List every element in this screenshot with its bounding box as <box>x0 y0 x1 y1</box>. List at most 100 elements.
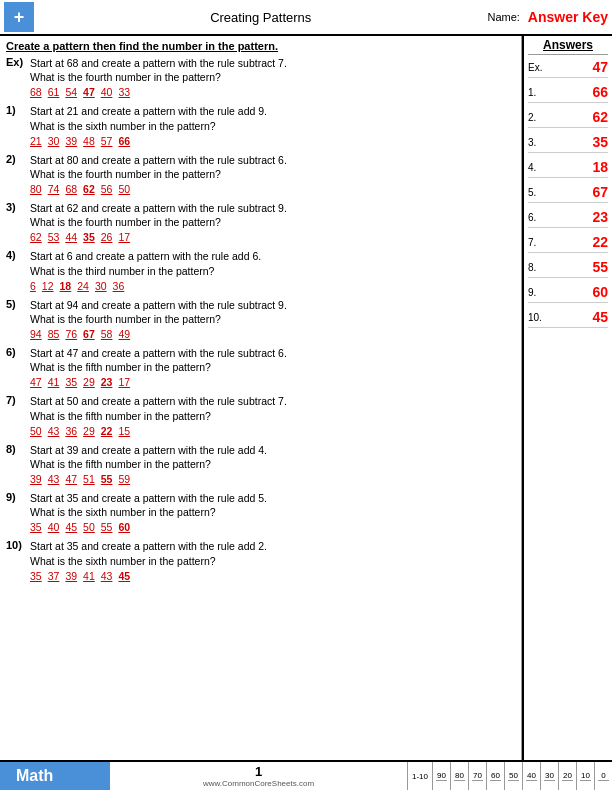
sequence-number: 58 <box>101 328 113 340</box>
sequence-number: 35 <box>30 570 42 582</box>
problem-number: 1) <box>6 104 30 116</box>
left-panel: Create a pattern then find the number in… <box>0 36 522 760</box>
sequence-number: 45 <box>65 521 77 533</box>
sequence-number: 43 <box>48 473 60 485</box>
problem-10: 10)Start at 35 and create a pattern with… <box>6 539 515 581</box>
sequence-number: 44 <box>65 231 77 243</box>
answer-value: 18 <box>550 159 608 175</box>
answer-row: 3.35 <box>528 134 608 153</box>
sequence-number: 24 <box>77 280 89 292</box>
score-boxes: 9080706050403020100 <box>432 762 612 790</box>
sequence-number: 60 <box>118 521 130 533</box>
answers-panel: Answers Ex.471.662.623.354.185.676.237.2… <box>522 36 612 760</box>
score-box-top: 60 <box>490 771 501 781</box>
score-box: 90 <box>432 762 450 790</box>
answer-value: 47 <box>550 59 608 75</box>
sequence-number: 35 <box>30 521 42 533</box>
sequence-number: 68 <box>65 183 77 195</box>
footer-center: 1 www.CommonCoreSheets.com <box>110 762 407 790</box>
answer-row: 1.66 <box>528 84 608 103</box>
score-box: 10 <box>576 762 594 790</box>
footer-url: www.CommonCoreSheets.com <box>203 779 314 788</box>
problem-number: 4) <box>6 249 30 261</box>
problem-sequence: 354045505560 <box>30 521 515 533</box>
sequence-number: 26 <box>101 231 113 243</box>
sequence-number: 50 <box>118 183 130 195</box>
sequence-number: 48 <box>83 135 95 147</box>
score-box: 30 <box>540 762 558 790</box>
sequence-number: 53 <box>48 231 60 243</box>
sequence-number: 41 <box>48 376 60 388</box>
problem-text: Start at 62 and create a pattern with th… <box>30 201 287 229</box>
sequence-number: 29 <box>83 425 95 437</box>
answer-row: 9.60 <box>528 284 608 303</box>
problem-number: 7) <box>6 394 30 406</box>
sequence-number: 47 <box>83 86 95 98</box>
footer-right: 1-10 9080706050403020100 <box>407 762 612 790</box>
problem-text: Start at 35 and create a pattern with th… <box>30 539 267 567</box>
sequence-number: 39 <box>30 473 42 485</box>
sequence-number: 76 <box>65 328 77 340</box>
problem-number: Ex) <box>6 56 30 68</box>
sequence-number: 74 <box>48 183 60 195</box>
sequence-number: 62 <box>30 231 42 243</box>
sequence-number: 61 <box>48 86 60 98</box>
answer-row: 10.45 <box>528 309 608 328</box>
sequence-number: 55 <box>101 521 113 533</box>
answer-label: 10. <box>528 312 550 323</box>
problem-sequence: 686154474033 <box>30 86 515 98</box>
answer-label: Ex. <box>528 62 550 73</box>
problem-text: Start at 47 and create a pattern with th… <box>30 346 287 374</box>
sequence-number: 54 <box>65 86 77 98</box>
sequence-number: 41 <box>83 570 95 582</box>
sequence-number: 45 <box>118 570 130 582</box>
sequence-number: 57 <box>101 135 113 147</box>
answer-value: 45 <box>550 309 608 325</box>
page-number: 1 <box>255 764 262 779</box>
sequence-number: 40 <box>48 521 60 533</box>
answer-value: 23 <box>550 209 608 225</box>
problem-text: Start at 80 and create a pattern with th… <box>30 153 287 181</box>
sequence-number: 43 <box>101 570 113 582</box>
problem-number: 5) <box>6 298 30 310</box>
answer-row: 7.22 <box>528 234 608 253</box>
problem-text: Start at 94 and create a pattern with th… <box>30 298 287 326</box>
sequence-number: 94 <box>30 328 42 340</box>
sequence-number: 15 <box>118 425 130 437</box>
problem-2: 2)Start at 80 and create a pattern with … <box>6 153 515 195</box>
sequence-number: 17 <box>118 376 130 388</box>
answers-title: Answers <box>528 38 608 55</box>
sequence-number: 40 <box>101 86 113 98</box>
problem-sequence: 394347515559 <box>30 473 515 485</box>
header: + Creating Patterns Name: Answer Key <box>0 0 612 36</box>
problem-1: 1)Start at 21 and create a pattern with … <box>6 104 515 146</box>
problem-sequence: 213039485766 <box>30 135 515 147</box>
score-box-top: 30 <box>544 771 555 781</box>
answer-value: 67 <box>550 184 608 200</box>
sequence-number: 18 <box>60 280 72 292</box>
problem-text: Start at 21 and create a pattern with th… <box>30 104 267 132</box>
sequence-number: 80 <box>30 183 42 195</box>
problem-sequence: 504336292215 <box>30 425 515 437</box>
answer-label: 5. <box>528 187 550 198</box>
sequence-number: 49 <box>118 328 130 340</box>
score-box-top: 80 <box>454 771 465 781</box>
answer-label: 2. <box>528 112 550 123</box>
score-box: 40 <box>522 762 540 790</box>
answer-label: 4. <box>528 162 550 173</box>
footer-math-label: Math <box>0 762 110 790</box>
answer-value: 60 <box>550 284 608 300</box>
score-box-top: 10 <box>580 771 591 781</box>
sequence-number: 30 <box>48 135 60 147</box>
sequence-number: 23 <box>101 376 113 388</box>
answer-label: 7. <box>528 237 550 248</box>
sequence-number: 39 <box>65 135 77 147</box>
score-box-top: 70 <box>472 771 483 781</box>
answer-value: 66 <box>550 84 608 100</box>
problem-9: 9)Start at 35 and create a pattern with … <box>6 491 515 533</box>
problem-sequence: 948576675849 <box>30 328 515 340</box>
answer-label: 3. <box>528 137 550 148</box>
score-box-top: 50 <box>508 771 519 781</box>
sequence-number: 35 <box>83 231 95 243</box>
problem-sequence: 807468625650 <box>30 183 515 195</box>
